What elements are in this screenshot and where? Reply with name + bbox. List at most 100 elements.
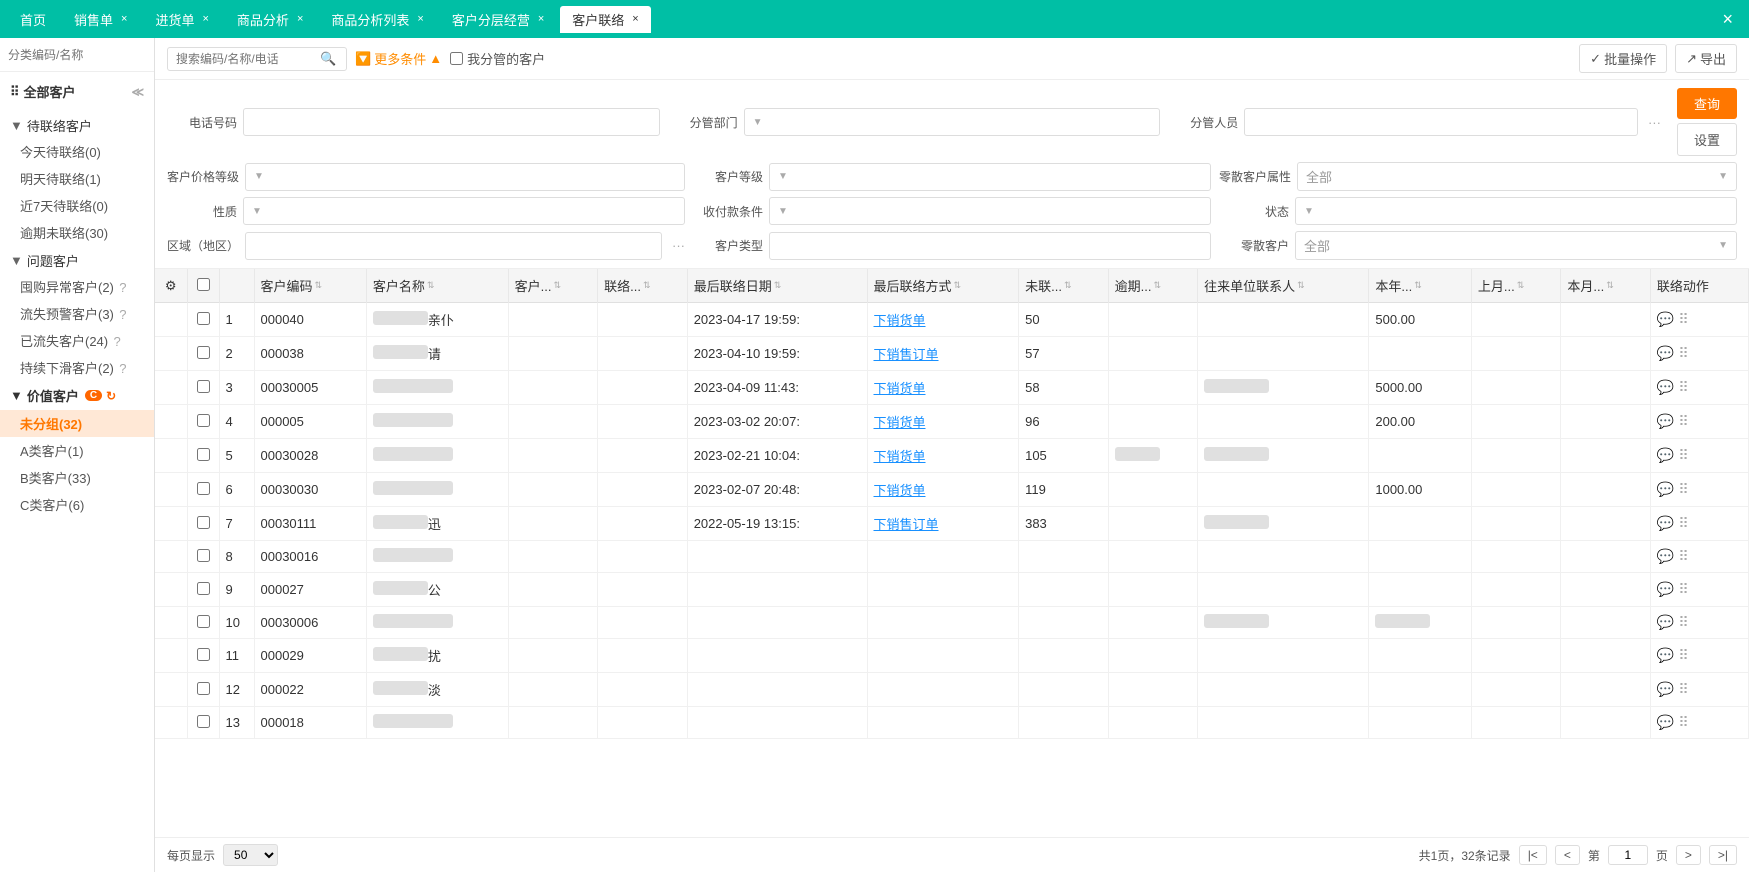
- row-checkbox[interactable]: [197, 516, 210, 529]
- row-last-method[interactable]: [867, 707, 1019, 739]
- col-last-contact-date[interactable]: 最后联络日期 ⇅: [687, 269, 867, 303]
- query-button[interactable]: 查询: [1677, 88, 1737, 119]
- customer-type-select[interactable]: [769, 232, 1211, 260]
- price-tier-select[interactable]: ▼: [245, 163, 685, 191]
- row-checkbox-cell[interactable]: [187, 371, 219, 405]
- select-all-checkbox[interactable]: [197, 278, 210, 291]
- sidebar-all-customers[interactable]: ⠿ 全部客户 ≪: [0, 76, 154, 107]
- contact-action-icon[interactable]: 💬: [1657, 714, 1674, 731]
- payment-select[interactable]: ▼: [769, 197, 1211, 225]
- row-last-method[interactable]: 下销售订单: [867, 337, 1019, 371]
- more-action-icon[interactable]: ⠿: [1678, 714, 1688, 731]
- sort-contact[interactable]: 联络... ⇅: [604, 276, 650, 295]
- phone-input[interactable]: [243, 108, 660, 136]
- retail-select[interactable]: 全部 ▼: [1295, 231, 1737, 260]
- row-checkbox-cell[interactable]: [187, 673, 219, 707]
- row-checkbox[interactable]: [197, 482, 210, 495]
- collapse-sidebar-icon[interactable]: ≪: [131, 85, 144, 99]
- col-contact[interactable]: 联络... ⇅: [598, 269, 688, 303]
- sidebar-item-overdue[interactable]: 逾期未联络(30): [0, 219, 154, 246]
- more-action-icon[interactable]: ⠿: [1678, 515, 1688, 532]
- nav-tab-sales[interactable]: 销售单 ×: [62, 6, 139, 33]
- nature-select[interactable]: ▼: [243, 197, 685, 225]
- sidebar-item-tomorrow[interactable]: 明天待联络(1): [0, 165, 154, 192]
- sidebar-problem-group[interactable]: ▼ 问题客户: [0, 246, 154, 273]
- dots-icon2[interactable]: ···: [672, 238, 685, 253]
- sidebar-item-lapse-warning[interactable]: 流失预警客户(3) ?: [0, 300, 154, 327]
- more-action-icon[interactable]: ⠿: [1678, 413, 1688, 430]
- my-customers-checkbox[interactable]: 我分管的客户: [450, 49, 545, 68]
- reset-button[interactable]: 设置: [1677, 123, 1737, 156]
- col-this-year[interactable]: 本年... ⇅: [1369, 269, 1472, 303]
- row-checkbox-cell[interactable]: [187, 573, 219, 607]
- nav-home[interactable]: 首页: [8, 6, 58, 33]
- col-this-month[interactable]: 本月... ⇅: [1561, 269, 1651, 303]
- col-last-contact-method[interactable]: 最后联络方式 ⇅: [867, 269, 1019, 303]
- row-checkbox-cell[interactable]: [187, 639, 219, 673]
- sort-this-month[interactable]: 本月... ⇅: [1567, 276, 1613, 295]
- per-page-select[interactable]: 50 100 200: [223, 844, 278, 866]
- close-analysis-list-tab[interactable]: ×: [417, 13, 423, 25]
- more-action-icon[interactable]: ⠿: [1678, 481, 1688, 498]
- sidebar-item-a-class[interactable]: A类客户(1): [0, 437, 154, 464]
- row-last-method[interactable]: [867, 639, 1019, 673]
- row-last-method[interactable]: 下销货单: [867, 439, 1019, 473]
- row-checkbox-cell[interactable]: [187, 707, 219, 739]
- row-checkbox[interactable]: [197, 448, 210, 461]
- sidebar-item-abnormal[interactable]: 囤购异常客户(2) ?: [0, 273, 154, 300]
- sort-last-method[interactable]: 最后联络方式 ⇅: [874, 276, 962, 295]
- sidebar-search-input[interactable]: [8, 48, 155, 62]
- last-method-link[interactable]: 下销货单: [874, 415, 926, 430]
- sidebar-item-declining[interactable]: 持续下滑客户(2) ?: [0, 354, 154, 381]
- more-action-icon[interactable]: ⠿: [1678, 548, 1688, 565]
- row-last-method[interactable]: 下销售订单: [867, 507, 1019, 541]
- nav-tab-customer-contact[interactable]: 客户联络 ×: [560, 6, 650, 33]
- contact-action-icon[interactable]: 💬: [1657, 548, 1674, 565]
- contact-action-icon[interactable]: 💬: [1657, 515, 1674, 532]
- more-action-icon[interactable]: ⠿: [1678, 379, 1688, 396]
- close-purchase-tab[interactable]: ×: [202, 13, 208, 25]
- row-checkbox-cell[interactable]: [187, 473, 219, 507]
- sidebar-item-ungroup[interactable]: 未分组(32): [0, 410, 154, 437]
- row-last-method[interactable]: 下销货单: [867, 405, 1019, 439]
- first-page-btn[interactable]: |<: [1519, 845, 1547, 865]
- last-method-link[interactable]: 下销售订单: [874, 517, 939, 532]
- row-checkbox[interactable]: [197, 312, 210, 325]
- row-last-method[interactable]: [867, 573, 1019, 607]
- more-action-icon[interactable]: ⠿: [1678, 614, 1688, 631]
- sort-this-year[interactable]: 本年... ⇅: [1375, 276, 1421, 295]
- row-checkbox-cell[interactable]: [187, 439, 219, 473]
- row-last-method[interactable]: 下销货单: [867, 371, 1019, 405]
- more-action-icon[interactable]: ⠿: [1678, 345, 1688, 362]
- row-last-method[interactable]: 下销货单: [867, 473, 1019, 507]
- contact-action-icon[interactable]: 💬: [1657, 681, 1674, 698]
- search-input[interactable]: [176, 52, 316, 66]
- retail-attr-select[interactable]: 全部 ▼: [1297, 162, 1737, 191]
- col-no-days[interactable]: 未联... ⇅: [1019, 269, 1109, 303]
- contact-action-icon[interactable]: 💬: [1657, 481, 1674, 498]
- more-action-icon[interactable]: ⠿: [1678, 647, 1688, 664]
- col-overdue[interactable]: 逾期... ⇅: [1108, 269, 1198, 303]
- more-action-icon[interactable]: ⠿: [1678, 681, 1688, 698]
- close-all-tabs[interactable]: ×: [1714, 9, 1741, 30]
- more-action-icon[interactable]: ⠿: [1678, 581, 1688, 598]
- sidebar-item-lapsed[interactable]: 已流失客户(24) ?: [0, 327, 154, 354]
- contact-action-icon[interactable]: 💬: [1657, 447, 1674, 464]
- row-last-method[interactable]: 下销货单: [867, 303, 1019, 337]
- row-checkbox[interactable]: [197, 549, 210, 562]
- row-checkbox-cell[interactable]: [187, 405, 219, 439]
- sort-category[interactable]: 客户... ⇅: [515, 276, 561, 295]
- col-unit-contact[interactable]: 往来单位联系人 ⇅: [1198, 269, 1369, 303]
- row-checkbox-cell[interactable]: [187, 337, 219, 371]
- export-btn[interactable]: ↗ 导出: [1675, 44, 1737, 73]
- contact-action-icon[interactable]: 💬: [1657, 647, 1674, 664]
- contact-action-icon[interactable]: 💬: [1657, 614, 1674, 631]
- more-action-icon[interactable]: ⠿: [1678, 447, 1688, 464]
- contact-action-icon[interactable]: 💬: [1657, 345, 1674, 362]
- col-checkbox-all[interactable]: [187, 269, 219, 303]
- sort-no-days[interactable]: 未联... ⇅: [1025, 276, 1071, 295]
- row-checkbox[interactable]: [197, 414, 210, 427]
- last-method-link[interactable]: 下销售订单: [874, 347, 939, 362]
- nav-tab-analysis-list[interactable]: 商品分析列表 ×: [319, 6, 435, 33]
- sidebar-value-group[interactable]: ▼ 价值客户 C ↻: [0, 381, 154, 410]
